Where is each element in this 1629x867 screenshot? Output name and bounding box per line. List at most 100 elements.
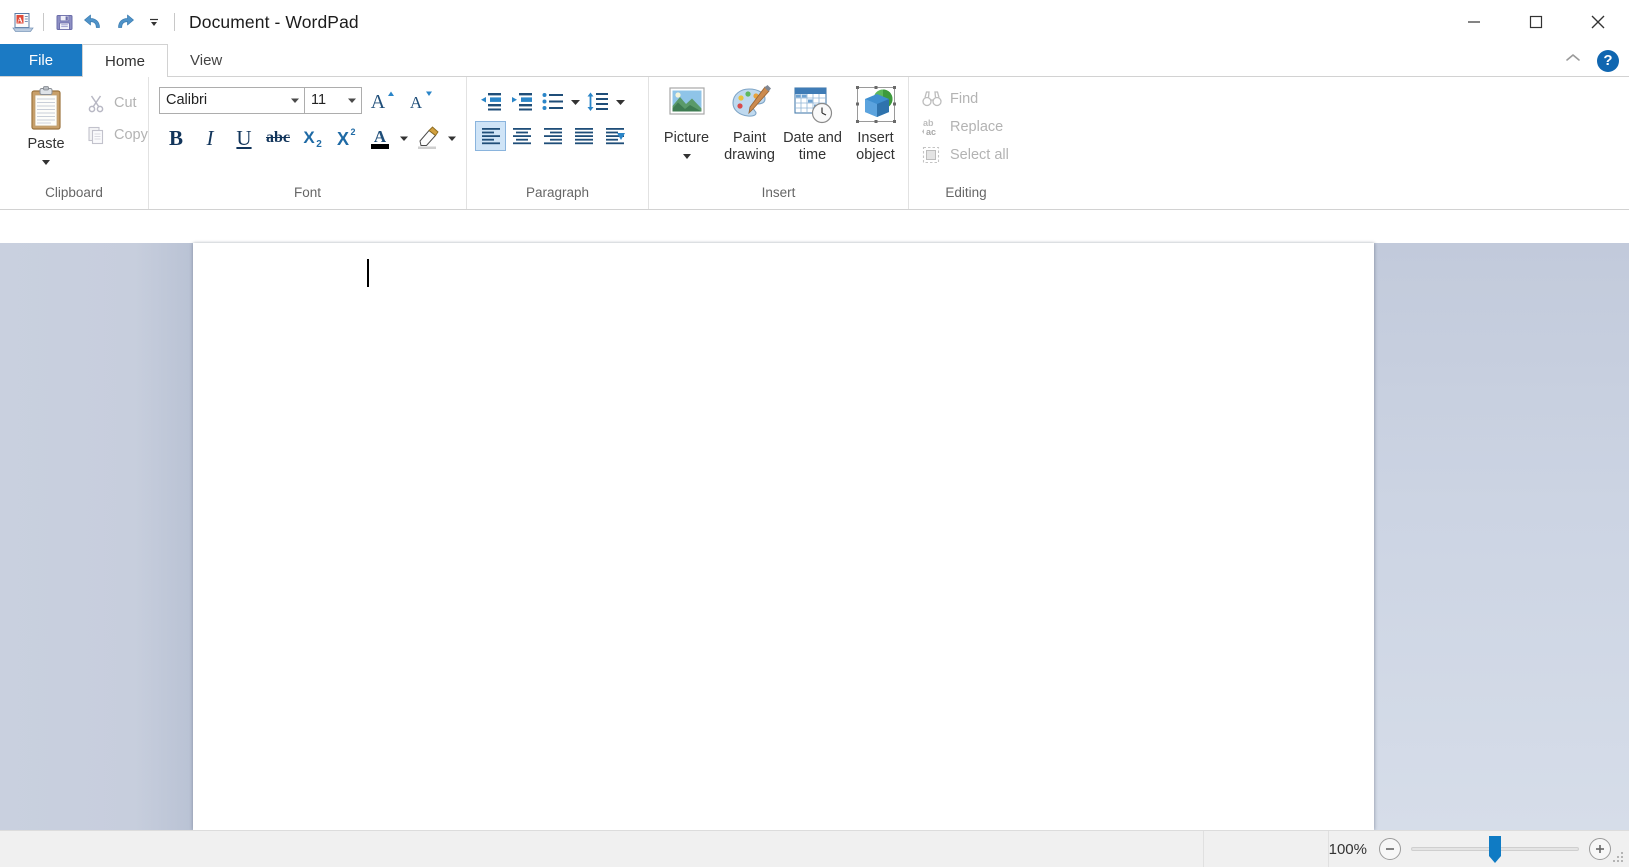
- paint-drawing-label: Paint drawing: [724, 130, 775, 163]
- text-color-icon: A: [371, 127, 389, 149]
- minimize-button[interactable]: [1443, 0, 1505, 44]
- shrink-font-button[interactable]: A: [404, 85, 438, 115]
- replace-button[interactable]: ab ac Replace: [921, 117, 1009, 137]
- find-button[interactable]: Find: [921, 89, 1009, 109]
- line-spacing-caret-icon[interactable]: [613, 98, 627, 106]
- subscript-button[interactable]: X 2: [295, 122, 329, 154]
- font-family-caret-icon[interactable]: [286, 97, 304, 104]
- ribbon-group-insert: Picture Paint drawing Date and time Inse…: [648, 77, 908, 209]
- insert-date-time-button[interactable]: Date and time: [781, 85, 844, 165]
- svg-text:A: A: [371, 91, 386, 113]
- insert-object-button[interactable]: Insert object: [844, 85, 907, 165]
- svg-text:2: 2: [316, 139, 322, 150]
- increase-indent-icon: [511, 93, 532, 111]
- save-icon[interactable]: [49, 7, 79, 37]
- svg-text:ac: ac: [926, 127, 936, 137]
- align-left-button[interactable]: [475, 121, 506, 151]
- font-size-combobox[interactable]: 11: [305, 86, 362, 114]
- italic-button[interactable]: I: [193, 122, 227, 154]
- zoom-out-button[interactable]: [1379, 838, 1401, 860]
- bullets-caret-icon[interactable]: [568, 98, 582, 106]
- zoom-slider[interactable]: [1411, 836, 1579, 863]
- font-family-combobox[interactable]: Calibri: [159, 86, 305, 114]
- ruler-band: 321123456789101112131415161718: [0, 210, 1629, 449]
- tab-home[interactable]: Home: [82, 44, 169, 78]
- qat-divider: [43, 13, 44, 31]
- window-controls: [1443, 0, 1629, 44]
- justify-icon: [574, 128, 593, 145]
- underline-button[interactable]: U: [227, 122, 261, 154]
- wordpad-icon[interactable]: A: [8, 7, 38, 37]
- highlight-caret-icon[interactable]: [445, 135, 459, 142]
- zoom-in-button[interactable]: [1589, 838, 1611, 860]
- tab-view[interactable]: View: [168, 44, 244, 76]
- copy-button[interactable]: Copy: [84, 123, 154, 147]
- zoom-slider-thumb[interactable]: [1487, 836, 1503, 864]
- font-size-caret-icon[interactable]: [343, 97, 361, 104]
- zoom-controls: 100%: [1329, 831, 1629, 867]
- status-bar: 100%: [0, 830, 1629, 867]
- subscript-icon: X 2: [303, 128, 322, 150]
- ribbon-right-controls: ?: [1563, 44, 1619, 77]
- collapse-ribbon-icon[interactable]: [1563, 51, 1583, 70]
- tab-file[interactable]: File: [0, 44, 82, 76]
- select-all-label: Select all: [950, 147, 1009, 163]
- customize-qat-caret-icon[interactable]: [139, 7, 169, 37]
- cut-button[interactable]: Cut: [84, 91, 154, 115]
- select-all-icon: [922, 146, 940, 164]
- document-page[interactable]: [193, 243, 1374, 830]
- ribbon-group-clipboard: Paste Cut Copy Clipboard: [0, 77, 148, 209]
- decrease-indent-button[interactable]: [475, 87, 506, 117]
- redo-icon[interactable]: [109, 7, 139, 37]
- highlight-button[interactable]: [411, 122, 445, 154]
- paragraph-settings-icon: [605, 128, 625, 145]
- bullets-icon: [542, 93, 563, 110]
- line-spacing-button[interactable]: [582, 87, 613, 117]
- grow-font-button[interactable]: A: [366, 85, 400, 115]
- svg-text:A: A: [410, 93, 423, 112]
- ribbon-tab-strip: File Home View: [0, 44, 1629, 78]
- bold-button[interactable]: B: [159, 122, 193, 154]
- text-color-caret-icon[interactable]: [397, 135, 411, 142]
- title-bar: A Document - WordPad: [0, 0, 1629, 44]
- superscript-button[interactable]: X 2: [329, 122, 363, 154]
- help-button[interactable]: ?: [1597, 49, 1619, 72]
- status-divider-1: [1202, 830, 1204, 867]
- svg-text:X: X: [303, 128, 315, 147]
- resize-grip-icon[interactable]: [1611, 850, 1625, 864]
- highlight-icon: [418, 126, 439, 149]
- grow-font-icon: A: [371, 91, 394, 113]
- cut-label: Cut: [114, 95, 137, 111]
- shrink-font-icon: A: [410, 91, 432, 112]
- undo-icon[interactable]: [79, 7, 109, 37]
- select-all-button[interactable]: Select all: [921, 145, 1009, 165]
- font-group-label: Font: [293, 185, 321, 200]
- font-size-value: 11: [311, 92, 327, 108]
- align-right-button[interactable]: [537, 121, 568, 151]
- line-spacing-icon: [587, 92, 608, 111]
- insert-paint-drawing-button[interactable]: Paint drawing: [718, 85, 781, 165]
- editing-group-label: Editing: [945, 185, 987, 200]
- find-icon: [922, 91, 942, 107]
- strikethrough-button[interactable]: abc: [261, 122, 295, 154]
- increase-indent-button[interactable]: [506, 87, 537, 117]
- align-center-button[interactable]: [506, 121, 537, 151]
- bullets-button[interactable]: [537, 87, 568, 117]
- justify-button[interactable]: [568, 121, 599, 151]
- title-divider: [174, 13, 175, 31]
- insert-picture-button[interactable]: Picture: [655, 85, 718, 165]
- picture-label: Picture: [663, 130, 710, 146]
- ribbon-group-font: Calibri 11 A A B I U abc X 2 X 2 A Font: [148, 77, 466, 209]
- paste-dropdown-caret-icon[interactable]: [40, 153, 52, 171]
- svg-text:A: A: [374, 127, 387, 146]
- paste-button[interactable]: Paste: [8, 83, 84, 171]
- copy-icon: [88, 126, 104, 145]
- paint-drawing-icon: [731, 85, 771, 117]
- paragraph-settings-button[interactable]: [599, 121, 630, 151]
- align-center-icon: [512, 128, 531, 145]
- maximize-button[interactable]: [1505, 0, 1567, 44]
- wordpad-window: A Document - WordPad File Home View ? Pa…: [0, 0, 1629, 867]
- picture-dropdown-caret-icon[interactable]: [681, 147, 693, 165]
- close-button[interactable]: [1567, 0, 1629, 44]
- text-color-button[interactable]: A: [363, 122, 397, 154]
